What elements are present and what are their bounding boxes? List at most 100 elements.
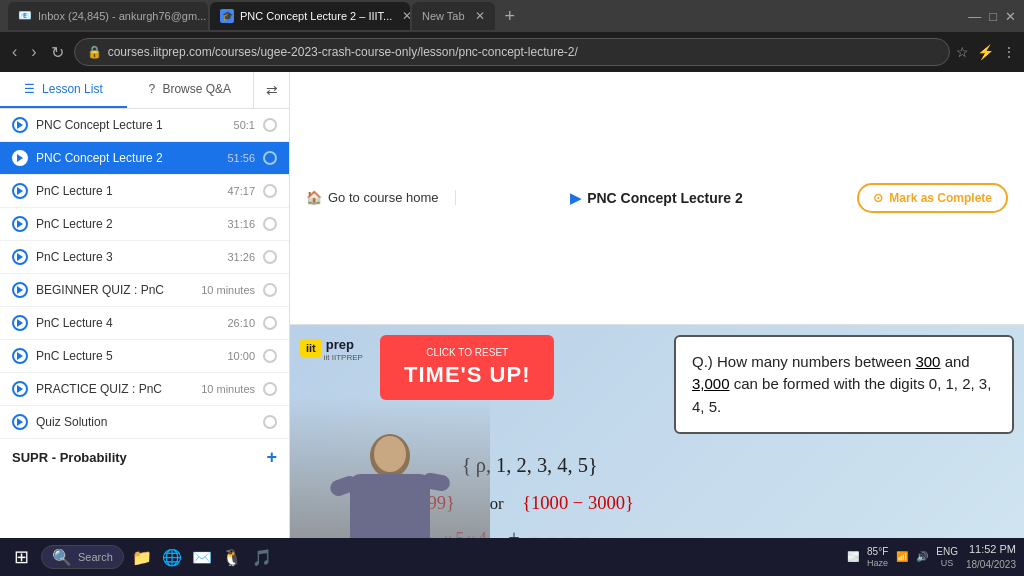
clock-time: 11:52 PM bbox=[966, 542, 1016, 557]
url-text: courses.iitprep.com/courses/ugee-2023-cr… bbox=[108, 45, 937, 59]
lesson7-check bbox=[263, 316, 277, 330]
refresh-button[interactable]: ↻ bbox=[47, 43, 68, 62]
sidebar-item-pnc-lecture-4[interactable]: PnC Lecture 2 31:16 bbox=[0, 208, 289, 241]
taskbar-icon-mail[interactable]: ✉️ bbox=[190, 545, 214, 569]
taskbar-search-bar[interactable]: 🔍 Search bbox=[41, 545, 124, 569]
lesson9-duration: 10 minutes bbox=[201, 383, 255, 395]
sidebar-item-pnc-lecture-5[interactable]: PnC Lecture 3 31:26 bbox=[0, 241, 289, 274]
extensions-icon[interactable]: ⚡ bbox=[977, 44, 994, 60]
lang-text: ENG bbox=[936, 546, 958, 558]
lesson3-name: PnC Lecture 1 bbox=[36, 184, 219, 198]
lesson3-check bbox=[263, 184, 277, 198]
lesson6-play-icon bbox=[12, 282, 28, 298]
q-underline-3000: 3,000 bbox=[692, 375, 730, 392]
close-window-button[interactable]: ✕ bbox=[1005, 9, 1016, 24]
logo-sub: iit IITPREP bbox=[324, 353, 363, 362]
network-icon: 📶 bbox=[896, 551, 908, 562]
lesson6-duration: 10 minutes bbox=[201, 284, 255, 296]
list-icon: ☰ bbox=[24, 82, 35, 96]
clock-date: 18/04/2023 bbox=[966, 558, 1016, 572]
sidebar-item-practice-quiz[interactable]: PRACTICE QUIZ : PnC 10 minutes bbox=[0, 373, 289, 406]
forward-button[interactable]: › bbox=[27, 43, 40, 61]
taskbar-icon-browser[interactable]: 🌐 bbox=[160, 545, 184, 569]
taskbar-icon-music[interactable]: 🎵 bbox=[250, 545, 274, 569]
tab3-close[interactable]: ✕ bbox=[475, 9, 485, 23]
taskbar: ⊞ 🔍 Search 📁 🌐 ✉️ 🐧 🎵 🌫️ 85°F Haze 📶 🔊 E… bbox=[0, 538, 1024, 576]
lesson7-name: PnC Lecture 4 bbox=[36, 316, 219, 330]
volume-icon: 🔊 bbox=[916, 551, 928, 562]
browser-actions: ☆ ⚡ ⋮ bbox=[956, 44, 1016, 60]
question-text: Q.) How many numbers between 300 and 3,0… bbox=[692, 353, 991, 415]
sidebar-item-pnc-lecture-1[interactable]: PNC Concept Lecture 1 50:1 bbox=[0, 109, 289, 142]
mark-complete-button[interactable]: ⊙ Mark as Complete bbox=[857, 183, 1008, 213]
lesson5-check bbox=[263, 250, 277, 264]
svg-text:ρ, 1, 2, 3, 4, 5}: ρ, 1, 2, 3, 4, 5} bbox=[476, 454, 598, 477]
tab1-label: Inbox (24,845) - ankurgh76@gm... bbox=[38, 10, 206, 22]
lesson2-name: PNC Concept Lecture 2 bbox=[36, 151, 219, 165]
minimize-button[interactable]: — bbox=[968, 9, 981, 24]
browser-controls: ‹ › ↻ 🔒 courses.iitprep.com/courses/ugee… bbox=[0, 32, 1024, 72]
play-circle-icon: ▶ bbox=[570, 190, 581, 206]
top-nav: 🏠 Go to course home ▶ PNC Concept Lectur… bbox=[290, 72, 1024, 325]
tab-pnc[interactable]: 🎓 PNC Concept Lecture 2 – IIIT... ✕ bbox=[210, 2, 410, 30]
bookmark-icon[interactable]: ☆ bbox=[956, 44, 969, 60]
lesson1-name: PNC Concept Lecture 1 bbox=[36, 118, 226, 132]
lesson10-name: Quiz Solution bbox=[36, 415, 247, 429]
sidebar-item-beginner-quiz[interactable]: BEGINNER QUIZ : PnC 10 minutes bbox=[0, 274, 289, 307]
home-icon: 🏠 bbox=[306, 190, 322, 205]
lesson1-check bbox=[263, 118, 277, 132]
timer-box[interactable]: CLICK TO RESET TIME'S UP! bbox=[380, 335, 554, 400]
qa-icon: ? bbox=[148, 82, 155, 96]
sidebar-item-pnc-lecture-6[interactable]: PnC Lecture 4 26:10 bbox=[0, 307, 289, 340]
lesson4-check bbox=[263, 217, 277, 231]
tab-newtab[interactable]: New Tab ✕ bbox=[412, 2, 495, 30]
region-text: US bbox=[936, 558, 958, 569]
taskbar-icon-terminal[interactable]: 🐧 bbox=[220, 545, 244, 569]
lesson3-duration: 47:17 bbox=[227, 185, 255, 197]
sidebar-toggle[interactable]: ⇄ bbox=[253, 72, 289, 108]
sidebar-item-pnc-lecture-7[interactable]: PnC Lecture 5 10:00 bbox=[0, 340, 289, 373]
sidebar-item-quiz-solution[interactable]: Quiz Solution bbox=[0, 406, 289, 439]
lesson4-play-icon bbox=[12, 216, 28, 232]
tab3-label: New Tab bbox=[422, 10, 465, 22]
lesson2-play-icon bbox=[12, 150, 28, 166]
taskbar-icon-files[interactable]: 📁 bbox=[130, 545, 154, 569]
lesson9-name: PRACTICE QUIZ : PnC bbox=[36, 382, 193, 396]
section-label: SUPR - Probability bbox=[12, 450, 127, 465]
logo-prep: prep bbox=[326, 337, 354, 352]
lesson8-play-icon bbox=[12, 348, 28, 364]
content-area: 🏠 Go to course home ▶ PNC Concept Lectur… bbox=[290, 72, 1024, 576]
start-button[interactable]: ⊞ bbox=[8, 544, 35, 570]
taskbar-weather-icon: 🌫️ bbox=[847, 551, 859, 562]
lesson9-check bbox=[263, 382, 277, 396]
go-to-course-label: Go to course home bbox=[328, 190, 439, 205]
more-options-icon[interactable]: ⋮ bbox=[1002, 44, 1016, 60]
weather-desc: Haze bbox=[867, 558, 888, 570]
lesson7-duration: 26:10 bbox=[227, 317, 255, 329]
q-underline-300: 300 bbox=[915, 353, 940, 370]
lesson4-name: PnC Lecture 2 bbox=[36, 217, 219, 231]
timer-text: TIME'S UP! bbox=[404, 362, 530, 388]
address-bar[interactable]: 🔒 courses.iitprep.com/courses/ugee-2023-… bbox=[74, 38, 950, 66]
lesson9-play-icon bbox=[12, 381, 28, 397]
sidebar-item-pnc-lecture-3[interactable]: PnC Lecture 1 47:17 bbox=[0, 175, 289, 208]
tab-lesson-list[interactable]: ☰ Lesson List bbox=[0, 72, 127, 108]
browser-chrome: 📧 Inbox (24,845) - ankurgh76@gm... ✕ 🎓 P… bbox=[0, 0, 1024, 72]
new-tab-button[interactable]: + bbox=[497, 6, 524, 27]
taskbar-datetime: 11:52 PM 18/04/2023 bbox=[966, 542, 1016, 571]
lesson2-check bbox=[263, 151, 277, 165]
go-to-course-link[interactable]: 🏠 Go to course home bbox=[306, 190, 456, 205]
lesson5-duration: 31:26 bbox=[227, 251, 255, 263]
lecture-title-area: ▶ PNC Concept Lecture 2 bbox=[456, 190, 858, 206]
back-button[interactable]: ‹ bbox=[8, 43, 21, 61]
sidebar-scroll[interactable]: PNC Concept Lecture 1 50:1 PNC Concept L… bbox=[0, 109, 289, 576]
taskbar-weather: 85°F Haze bbox=[867, 545, 888, 570]
tab-inbox[interactable]: 📧 Inbox (24,845) - ankurgh76@gm... ✕ bbox=[8, 2, 208, 30]
sidebar-item-pnc-lecture-2[interactable]: PNC Concept Lecture 2 51:56 bbox=[0, 142, 289, 175]
lesson10-check bbox=[263, 415, 277, 429]
section-expand[interactable]: + bbox=[266, 447, 277, 468]
tab-browse-qa[interactable]: ? Browse Q&A bbox=[127, 72, 254, 108]
maximize-button[interactable]: □ bbox=[989, 9, 997, 24]
tab2-close[interactable]: ✕ bbox=[402, 9, 410, 23]
lesson8-check bbox=[263, 349, 277, 363]
